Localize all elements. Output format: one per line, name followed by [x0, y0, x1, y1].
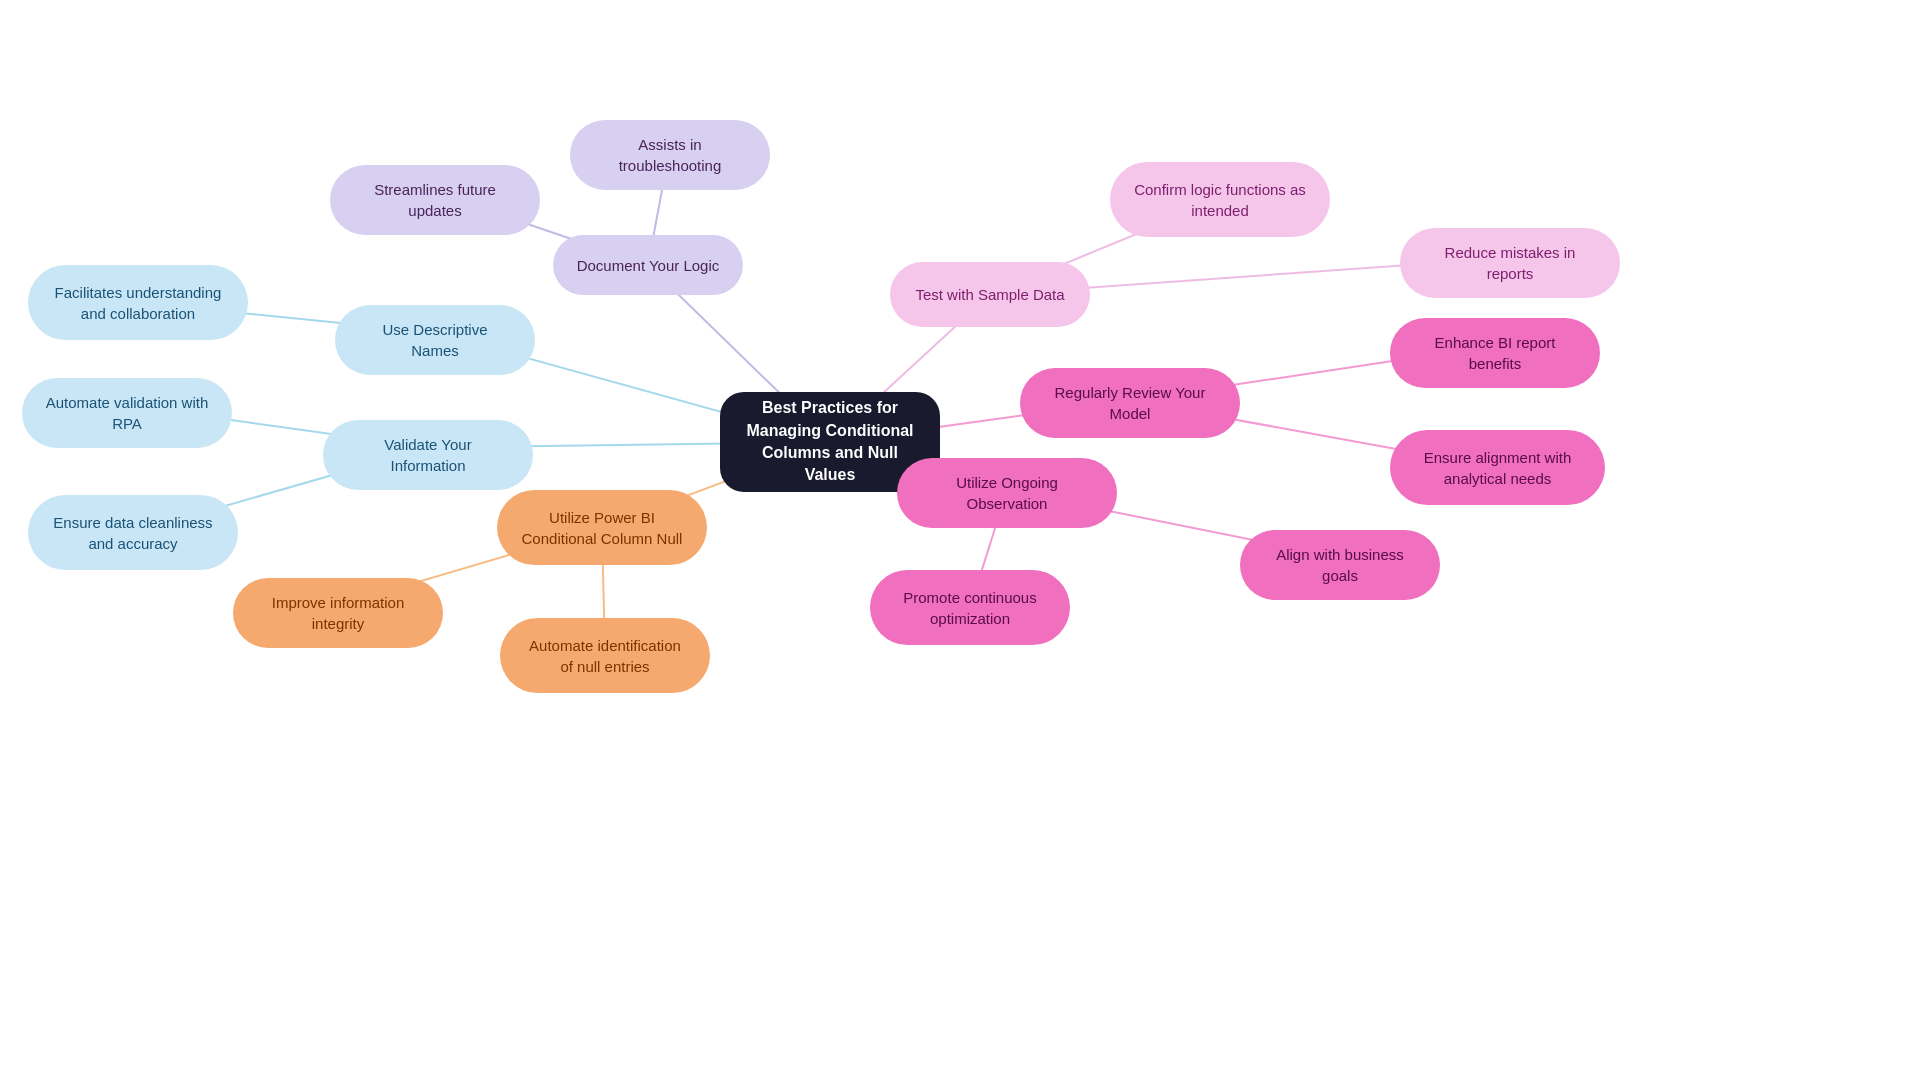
node-test-sample[interactable]: Test with Sample Data — [890, 262, 1090, 327]
node-utilize-ongoing[interactable]: Utilize Ongoing Observation — [897, 458, 1117, 528]
node-automate-validation[interactable]: Automate validation with RPA — [22, 378, 232, 448]
node-document-logic[interactable]: Document Your Logic — [553, 235, 743, 295]
node-assists-troubleshooting[interactable]: Assists in troubleshooting — [570, 120, 770, 190]
node-utilize-powerbi[interactable]: Utilize Power BI Conditional Column Null — [497, 490, 707, 565]
node-streamlines-future[interactable]: Streamlines future updates — [330, 165, 540, 235]
node-use-descriptive[interactable]: Use Descriptive Names — [335, 305, 535, 375]
node-facilitates-understanding[interactable]: Facilitates understanding and collaborat… — [28, 265, 248, 340]
connections-svg — [0, 0, 1920, 1083]
node-align-business[interactable]: Align with business goals — [1240, 530, 1440, 600]
node-automate-null[interactable]: Automate identification of null entries — [500, 618, 710, 693]
node-improve-integrity[interactable]: Improve information integrity — [233, 578, 443, 648]
node-promote-continuous[interactable]: Promote continuous optimization — [870, 570, 1070, 645]
node-ensure-alignment[interactable]: Ensure alignment with analytical needs — [1390, 430, 1605, 505]
node-reduce-mistakes[interactable]: Reduce mistakes in reports — [1400, 228, 1620, 298]
node-regularly-review[interactable]: Regularly Review Your Model — [1020, 368, 1240, 438]
node-ensure-cleanliness[interactable]: Ensure data cleanliness and accuracy — [28, 495, 238, 570]
node-confirm-logic[interactable]: Confirm logic functions as intended — [1110, 162, 1330, 237]
node-validate-info[interactable]: Validate Your Information — [323, 420, 533, 490]
node-enhance-bi[interactable]: Enhance BI report benefits — [1390, 318, 1600, 388]
mindmap-container: Best Practices for Managing Conditional … — [0, 0, 1920, 1083]
